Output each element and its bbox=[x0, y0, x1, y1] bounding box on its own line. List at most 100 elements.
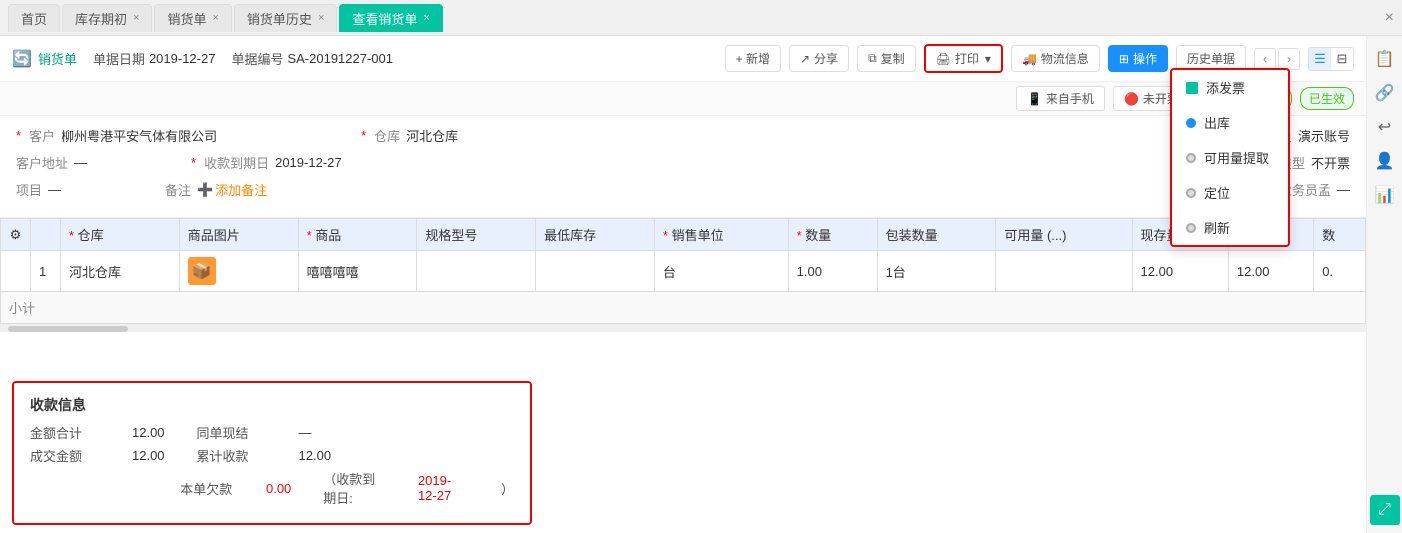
col-img: 商品图片 bbox=[179, 219, 298, 251]
tab-view-sales-close[interactable]: × bbox=[423, 12, 429, 24]
from-phone-button[interactable]: 📱 来自手机 bbox=[1016, 86, 1105, 111]
col-qty: * 数量 bbox=[788, 219, 877, 251]
grid-icon: ⊞ bbox=[1119, 52, 1129, 66]
tab-sales-history[interactable]: 销货单历史 × bbox=[234, 4, 337, 32]
sidebar-icon-chart[interactable]: 📊 bbox=[1370, 180, 1400, 210]
status-row: 📱 来自手机 🔴 未开票 ✓ 已核销 已生效 bbox=[0, 82, 1366, 116]
col-gear[interactable]: ⚙ bbox=[1, 219, 31, 251]
dropdown-available-qty[interactable]: 可用量提取 bbox=[1172, 140, 1288, 175]
owing-date: 2019-12-27 bbox=[418, 473, 469, 503]
sidebar-icon-user[interactable]: 👤 bbox=[1370, 146, 1400, 176]
tab-view-sales[interactable]: 查看销货单 × bbox=[339, 4, 442, 32]
locate-icon bbox=[1186, 188, 1196, 198]
add-invoice-icon bbox=[1186, 82, 1198, 94]
doc-type-label: 销货单 bbox=[38, 49, 77, 68]
truck-icon: 🚚 bbox=[1022, 52, 1037, 66]
tab-sales-order-close[interactable]: × bbox=[212, 12, 218, 24]
logistics-button[interactable]: 🚚 物流信息 bbox=[1011, 45, 1100, 72]
tab-sales-history-close[interactable]: × bbox=[318, 12, 324, 24]
available-qty-icon bbox=[1186, 153, 1196, 163]
warehouse-field: * 仓库 河北仓库 bbox=[361, 126, 458, 145]
nav-arrows: ‹ › bbox=[1254, 48, 1300, 70]
note-field: 备注 ➕ 添加备注 bbox=[165, 180, 267, 199]
row-gear[interactable] bbox=[1, 251, 31, 292]
col-pkg-qty: 包装数量 bbox=[877, 219, 996, 251]
tab-inventory-init-close[interactable]: × bbox=[133, 12, 139, 24]
col-available: 可用量 (...) bbox=[996, 219, 1132, 251]
row-more: 0. bbox=[1314, 251, 1366, 292]
tab-sales-order[interactable]: 销货单 × bbox=[154, 4, 231, 32]
row-pkg-qty: 1台 bbox=[877, 251, 996, 292]
window-close-icon[interactable]: × bbox=[1385, 9, 1394, 27]
number-label: 单据编号 SA-20191227-001 bbox=[231, 49, 393, 68]
ship-icon bbox=[1186, 118, 1196, 128]
grid-view-btn[interactable]: ⊟ bbox=[1331, 48, 1353, 70]
product-table-wrap: ⚙ * 仓库 商品图片 * 商品 规格型号 最低库存 * 销售单位 * 数量 包… bbox=[0, 218, 1366, 373]
tab-bar: 首页 库存期初 × 销货单 × 销货单历史 × 查看销货单 × × bbox=[0, 0, 1402, 36]
dropdown-refresh[interactable]: 刷新 bbox=[1172, 210, 1288, 245]
col-more: 数 bbox=[1314, 219, 1366, 251]
horizontal-scroll[interactable] bbox=[0, 324, 1366, 332]
payment-row-1: 金额合计 12.00 同单现结 — bbox=[30, 423, 514, 442]
row-min-stock bbox=[536, 251, 655, 292]
tab-inventory-init-label: 库存期初 bbox=[75, 9, 127, 28]
doc-header: 🔄 销货单 单据日期 2019-12-27 单据编号 SA-20191227-0… bbox=[0, 36, 1366, 82]
dropdown-ship[interactable]: 出库 bbox=[1172, 105, 1288, 140]
tab-sales-history-label: 销货单历史 bbox=[247, 9, 312, 28]
prev-arrow[interactable]: ‹ bbox=[1254, 48, 1276, 70]
tab-sales-order-label: 销货单 bbox=[167, 9, 206, 28]
right-sidebar: 📋 🔗 ↩ 👤 📊 ⤢ bbox=[1366, 36, 1402, 533]
ops-button[interactable]: ⊞ 操作 bbox=[1108, 45, 1168, 72]
tab-inventory-init[interactable]: 库存期初 × bbox=[62, 4, 152, 32]
sidebar-icon-clipboard[interactable]: 📋 bbox=[1370, 44, 1400, 74]
add-note-button[interactable]: ➕ 添加备注 bbox=[197, 180, 267, 199]
tab-home[interactable]: 首页 bbox=[8, 4, 60, 32]
share-icon: ↗ bbox=[800, 52, 810, 66]
row-unit: 台 bbox=[654, 251, 788, 292]
phone-icon: 📱 bbox=[1027, 92, 1042, 106]
doc-meta: 单据日期 2019-12-27 单据编号 SA-20191227-001 bbox=[93, 49, 393, 68]
scroll-thumb[interactable] bbox=[8, 326, 128, 332]
copy-button[interactable]: ⧉ 复制 bbox=[857, 45, 916, 72]
sidebar-icon-expand[interactable]: ⤢ bbox=[1370, 495, 1400, 525]
payment-info-box: 收款信息 金额合计 12.00 同单现结 — 成交金额 12.00 累计收款 1… bbox=[12, 381, 532, 525]
due-date-field: * 收款到期日 2019-12-27 bbox=[191, 153, 342, 172]
print-dropdown-arrow[interactable]: ▾ bbox=[985, 52, 991, 66]
total-received-value: 12.00 bbox=[299, 448, 332, 463]
new-button[interactable]: + 新增 bbox=[725, 45, 781, 72]
available-qty-label: 可用量提取 bbox=[1204, 148, 1269, 167]
col-min-stock: 最低库存 bbox=[536, 219, 655, 251]
row-img: 📦 bbox=[179, 251, 298, 292]
next-arrow[interactable]: › bbox=[1278, 48, 1300, 70]
amount-total-label: 金额合计 bbox=[30, 423, 100, 442]
list-view-btn[interactable]: ☰ bbox=[1309, 48, 1331, 70]
ship-label: 出库 bbox=[1204, 113, 1230, 132]
date-label: 单据日期 2019-12-27 bbox=[93, 49, 216, 68]
sidebar-icon-link[interactable]: 🔗 bbox=[1370, 78, 1400, 108]
customer-field: * 客户 柳州粤港平安气体有限公司 bbox=[16, 126, 217, 145]
deal-amount-label: 成交金额 bbox=[30, 446, 100, 465]
form-row-2: 客户地址 — * 收款到期日 2019-12-27 * 票据类型 不开票 bbox=[16, 153, 1350, 172]
sales-order-icon: 🔄 bbox=[12, 49, 32, 69]
product-table: ⚙ * 仓库 商品图片 * 商品 规格型号 最低库存 * 销售单位 * 数量 包… bbox=[0, 218, 1366, 324]
table-row: 1 河北仓库 📦 嘻嘻嘻嘻 台 1.00 1台 bbox=[1, 251, 1366, 292]
col-product: * 商品 bbox=[298, 219, 417, 251]
same-order-value: — bbox=[299, 425, 312, 440]
print-button[interactable]: 🖨 打印 ▾ bbox=[924, 44, 1003, 73]
product-image: 📦 bbox=[188, 257, 216, 285]
owing-note: （收款到期日: bbox=[323, 469, 386, 507]
add-invoice-label: 添发票 bbox=[1206, 78, 1245, 97]
plus-icon: ➕ bbox=[197, 182, 213, 198]
dropdown-locate[interactable]: 定位 bbox=[1172, 175, 1288, 210]
row-spec bbox=[417, 251, 536, 292]
form-row-3: 项目 — 备注 ➕ 添加备注 * 业务员孟 — bbox=[16, 180, 1350, 199]
share-button[interactable]: ↗ 分享 bbox=[789, 45, 849, 72]
print-icon: 🖨 bbox=[936, 52, 951, 66]
row-unit-price: 12.00 bbox=[1228, 251, 1313, 292]
col-row-num bbox=[31, 219, 61, 251]
refresh-icon bbox=[1186, 223, 1196, 233]
effective-badge: 已生效 bbox=[1300, 87, 1354, 110]
dropdown-add-invoice[interactable]: 添发票 bbox=[1172, 70, 1288, 105]
sidebar-icon-undo[interactable]: ↩ bbox=[1370, 112, 1400, 142]
payment-row-2: 成交金额 12.00 累计收款 12.00 bbox=[30, 446, 514, 465]
